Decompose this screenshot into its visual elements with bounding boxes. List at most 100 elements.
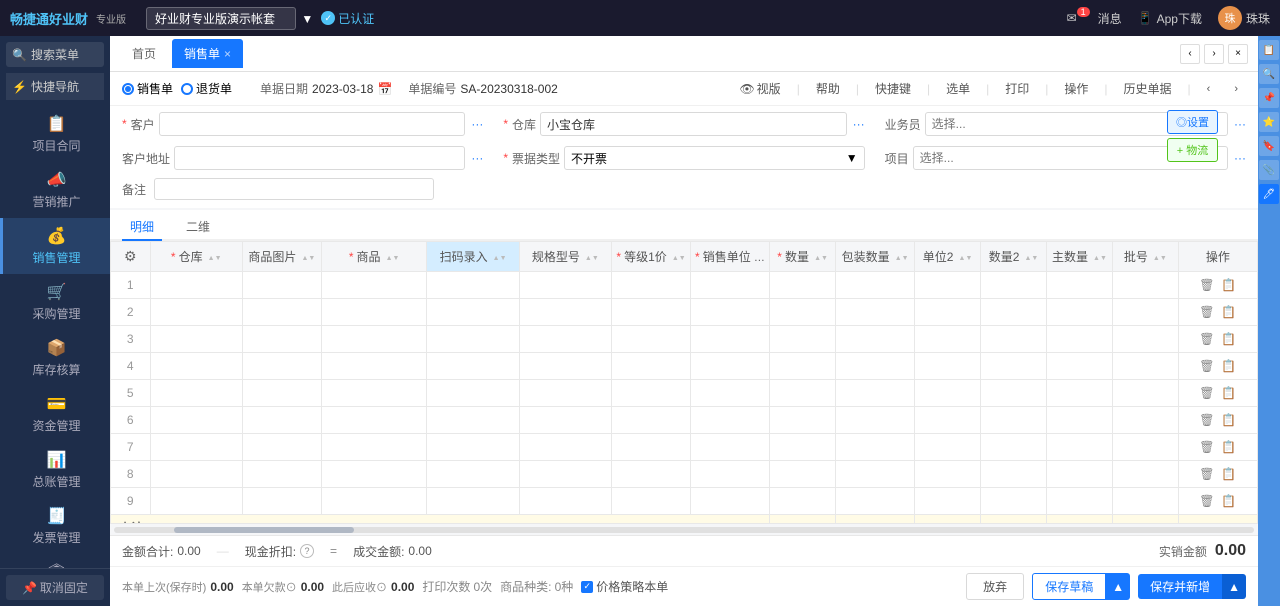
row-delete-btn-4[interactable]: 🗑 xyxy=(1198,357,1216,375)
tab-home[interactable]: 首页 xyxy=(120,39,168,68)
user-name: 珠珠 xyxy=(1246,10,1270,27)
row-copy-btn-6[interactable]: 📋 xyxy=(1220,411,1238,429)
project-more-btn[interactable]: ··· xyxy=(1234,151,1246,165)
footer-area: 金额合计: 0.00 — 现金折扣: ? = 成交金额: 0.00 实销金额 xyxy=(110,535,1258,606)
sidebar-item-tax[interactable]: 🏛 税务管理 xyxy=(0,554,110,568)
row-copy-btn-9[interactable]: 📋 xyxy=(1220,492,1238,510)
price-policy-checkbox[interactable]: ✓ 价格策略本单 xyxy=(581,578,668,595)
address-more-btn[interactable]: ··· xyxy=(471,151,483,165)
row-delete-btn-6[interactable]: 🗑 xyxy=(1198,411,1216,429)
sidebar-item-accounting[interactable]: 📊 总账管理 xyxy=(0,442,110,498)
toolbar-view-btn[interactable]: 👁 视版 xyxy=(731,78,788,99)
right-panel-search-icon[interactable]: 🔍 xyxy=(1259,64,1279,84)
tab-close-btn[interactable]: × xyxy=(1228,44,1248,64)
row-delete-btn-2[interactable]: 🗑 xyxy=(1198,303,1216,321)
invoice-select[interactable]: 不开票 ▼ xyxy=(564,146,865,170)
subtotal-row: 小计 0.00 0.00 0.00 xyxy=(111,515,1258,524)
discount-help-icon[interactable]: ? xyxy=(300,544,314,558)
footer-actions-right: 放弃 保存草稿 ▲ 保存并新增 ▲ xyxy=(966,573,1246,600)
sidebar-item-invoice[interactable]: 🧾 发票管理 xyxy=(0,498,110,554)
message-btn[interactable]: ✉ 1 消息 xyxy=(1067,10,1122,27)
sidebar-item-inventory[interactable]: 📦 库存核算 xyxy=(0,330,110,386)
tab-next-btn[interactable]: › xyxy=(1204,44,1224,64)
right-panel-pin-icon[interactable]: 📌 xyxy=(1259,88,1279,108)
tab-close-icon[interactable]: × xyxy=(224,47,231,61)
tab-2d[interactable]: 二维 xyxy=(178,214,218,241)
row-copy-btn-2[interactable]: 📋 xyxy=(1220,303,1238,321)
tab-sales-order[interactable]: 销售单 × xyxy=(172,39,243,68)
warehouse-more-btn[interactable]: ··· xyxy=(853,117,865,131)
row-delete-btn-7[interactable]: 🗑 xyxy=(1198,438,1216,456)
scroll-track[interactable] xyxy=(114,527,1254,533)
row-copy-btn-3[interactable]: 📋 xyxy=(1220,330,1238,348)
toolbar-select-btn[interactable]: 选单 xyxy=(938,78,978,99)
right-panel-bookmark-icon[interactable]: 🔖 xyxy=(1259,136,1279,156)
address-input[interactable] xyxy=(174,146,465,170)
row-delete-btn-1[interactable]: 🗑 xyxy=(1198,276,1216,294)
user-area[interactable]: 珠 珠珠 xyxy=(1218,6,1270,30)
radio-sales[interactable]: 销售单 xyxy=(122,80,173,97)
radio-return[interactable]: 退货单 xyxy=(181,80,232,97)
save-new-arrow-btn[interactable]: ▲ xyxy=(1222,574,1246,599)
salesperson-more-btn[interactable]: ··· xyxy=(1234,117,1246,131)
user-avatar: 珠 xyxy=(1218,6,1242,30)
quick-nav-btn[interactable]: ⚡ 快捷导航 xyxy=(6,73,104,100)
toolbar-nav-next-btn[interactable]: › xyxy=(1226,81,1246,97)
sidebar-item-project[interactable]: 📋 项目合同 xyxy=(0,106,110,162)
row-copy-btn-4[interactable]: 📋 xyxy=(1220,357,1238,375)
warehouse-input[interactable] xyxy=(540,112,847,136)
col-warehouse: * 仓库 ▲▼ xyxy=(150,242,242,272)
sidebar-item-capital[interactable]: 💳 资金管理 xyxy=(0,386,110,442)
col-qty: * 数量 ▲▼ xyxy=(770,242,836,272)
table-row: 2 🗑 📋 xyxy=(111,299,1258,326)
app-download-btn[interactable]: 📱 App下载 xyxy=(1138,10,1202,27)
stat-receivable: 此后应收⊙ 0.00 xyxy=(332,579,414,595)
toolbar-print-btn[interactable]: 打印 xyxy=(997,78,1037,99)
toolbar-shortcut-btn[interactable]: 快捷键 xyxy=(867,78,919,99)
settings-action-btn[interactable]: ◎设置 xyxy=(1167,110,1218,134)
sidebar-item-purchase[interactable]: 🛒 采购管理 xyxy=(0,274,110,330)
row-actions-4: 🗑 📋 xyxy=(1178,353,1257,380)
calendar-icon[interactable]: 📅 xyxy=(377,82,392,96)
right-panel-edit-icon[interactable]: 🖊 xyxy=(1259,184,1279,204)
tab-prev-btn[interactable]: ‹ xyxy=(1180,44,1200,64)
right-panel-doc-icon[interactable]: 📋 xyxy=(1259,40,1279,60)
customer-more-btn[interactable]: ··· xyxy=(471,117,483,131)
row-delete-btn-3[interactable]: 🗑 xyxy=(1198,330,1216,348)
amount-total-item: 金额合计: 0.00 xyxy=(122,543,201,560)
customer-input[interactable] xyxy=(159,112,466,136)
toolbar-ops-btn[interactable]: 操作 xyxy=(1056,78,1096,99)
row-copy-btn-8[interactable]: 📋 xyxy=(1220,465,1238,483)
company-selector[interactable]: 好业财专业版演示帐套 ▼ xyxy=(146,7,313,30)
form-meta: 单据日期 2023-03-18 📅 单据编号 SA-20230318-002 xyxy=(260,80,558,97)
sort-icon7: ▲▼ xyxy=(756,255,770,262)
settings-col-icon[interactable]: ⚙ xyxy=(124,248,137,264)
row-num-1: 1 xyxy=(111,272,151,299)
row-delete-btn-9[interactable]: 🗑 xyxy=(1198,492,1216,510)
abandon-btn[interactable]: 放弃 xyxy=(966,573,1024,600)
scroll-thumb[interactable] xyxy=(174,527,354,533)
toolbar-nav-prev-btn[interactable]: ‹ xyxy=(1199,81,1219,97)
date-meta: 单据日期 2023-03-18 📅 xyxy=(260,80,392,97)
notes-input[interactable] xyxy=(154,178,434,200)
search-menu-btn[interactable]: 🔍 搜索菜单 xyxy=(6,42,104,67)
right-panel-attach-icon[interactable]: 📎 xyxy=(1259,160,1279,180)
toolbar-help-btn[interactable]: 帮助 xyxy=(808,78,848,99)
row-copy-btn-7[interactable]: 📋 xyxy=(1220,438,1238,456)
row-delete-btn-5[interactable]: 🗑 xyxy=(1198,384,1216,402)
toolbar-history-btn[interactable]: 历史单据 xyxy=(1116,78,1180,99)
sidebar-item-marketing[interactable]: 📣 营销推广 xyxy=(0,162,110,218)
logistics-action-btn[interactable]: + 物流 xyxy=(1167,138,1218,162)
row-delete-btn-8[interactable]: 🗑 xyxy=(1198,465,1216,483)
right-panel-star-icon[interactable]: ⭐ xyxy=(1259,112,1279,132)
sidebar-item-sales[interactable]: 💰 销售管理 xyxy=(0,218,110,274)
row-copy-btn-5[interactable]: 📋 xyxy=(1220,384,1238,402)
sort-icon: ▲▼ xyxy=(208,255,222,262)
save-draft-btn[interactable]: 保存草稿 xyxy=(1032,573,1106,600)
save-draft-arrow-btn[interactable]: ▲ xyxy=(1106,573,1130,600)
table-row: 3 🗑 📋 xyxy=(111,326,1258,353)
tab-detail[interactable]: 明细 xyxy=(122,214,162,241)
cancel-fixed-btn[interactable]: 📌 取消固定 xyxy=(6,575,104,600)
save-new-btn[interactable]: 保存并新增 xyxy=(1138,574,1222,599)
row-copy-btn-1[interactable]: 📋 xyxy=(1220,276,1238,294)
